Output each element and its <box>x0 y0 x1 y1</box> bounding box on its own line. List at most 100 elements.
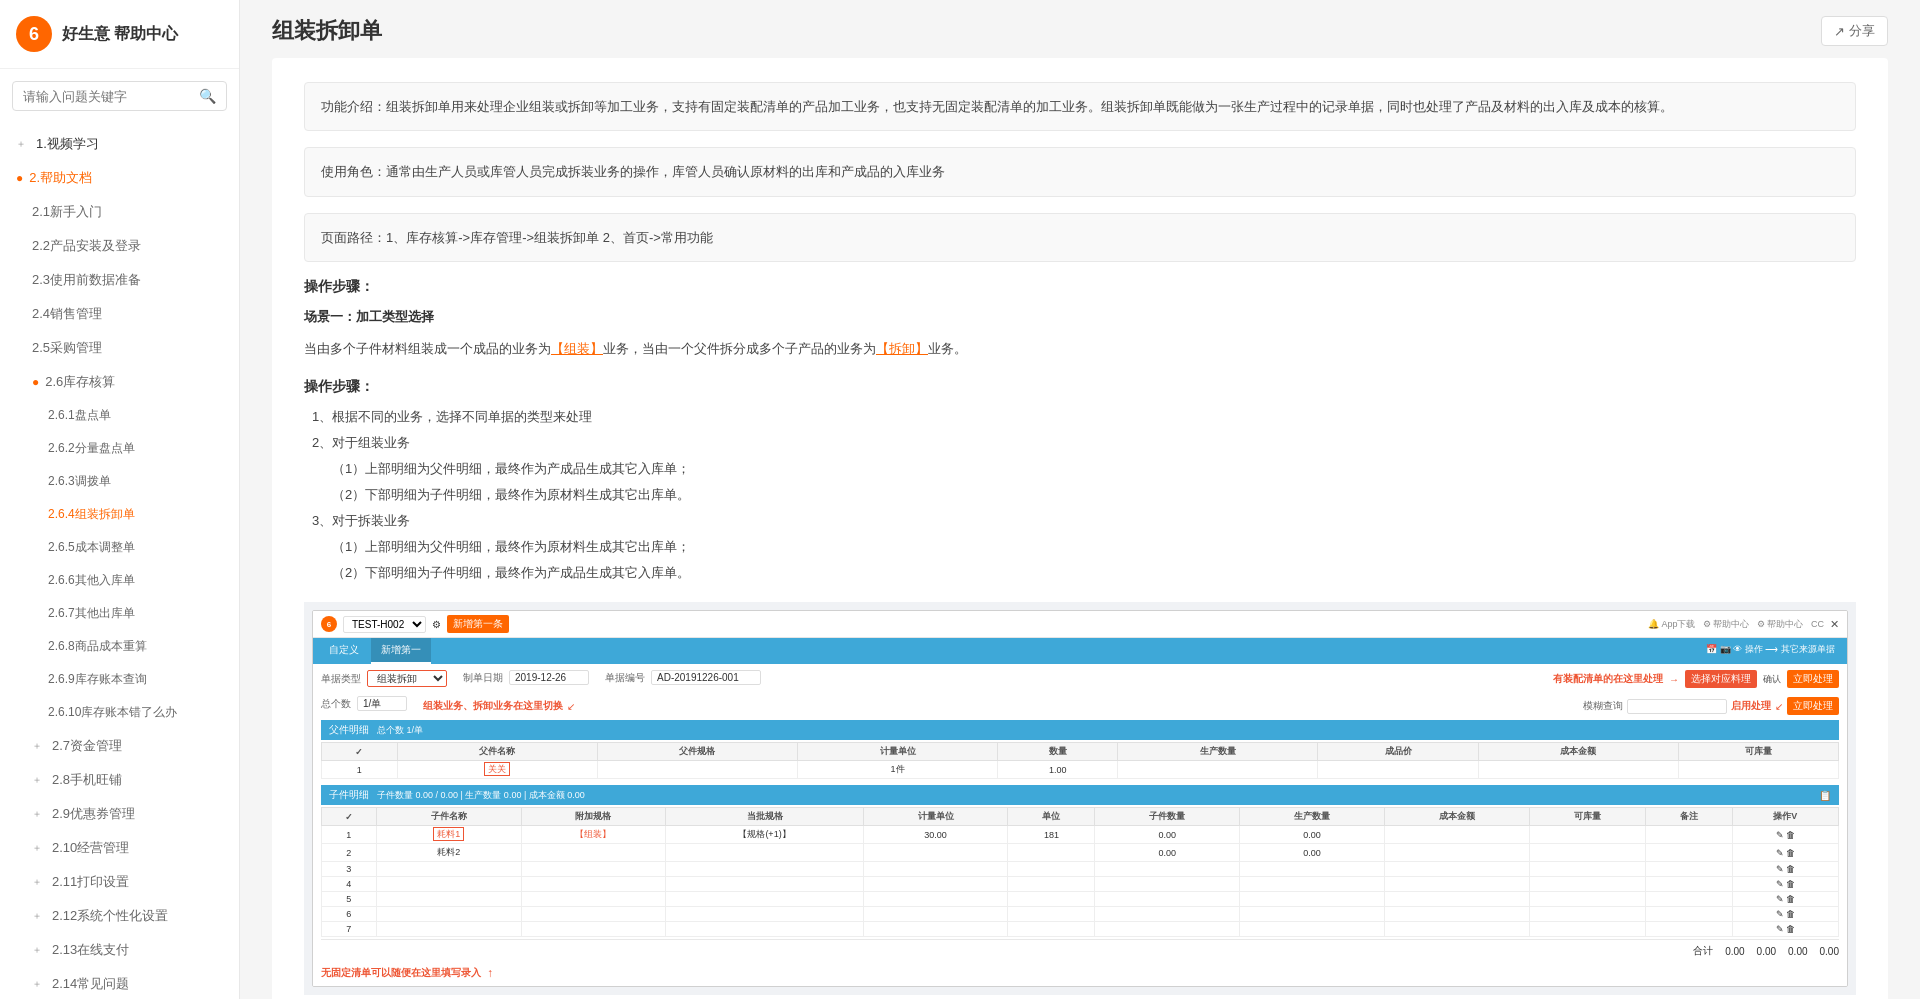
inner-app-window: 6 TEST-H002 ⚙ 新增第一条 🔔 App下载 ⚙ 帮助中心 ⚙ 帮助中… <box>312 610 1848 987</box>
ann-arrow-1: → <box>1669 674 1679 685</box>
col-c-prod: 生产数量 <box>1240 808 1385 826</box>
sidebar-item-cost[interactable]: 2.6.5成本调整单 <box>0 531 239 564</box>
main-header: 组装拆卸单 ↗ 分享 <box>240 0 1920 58</box>
share-button[interactable]: ↗ 分享 <box>1821 16 1888 46</box>
code-input[interactable] <box>651 670 761 685</box>
sidebar-item-mix[interactable]: 2.6.3调拨单 <box>0 465 239 498</box>
col-parent-spec: 父件规格 <box>597 743 797 761</box>
sidebar-item-stocktake[interactable]: 2.6.1盘点单 <box>0 399 239 432</box>
nav-tab-custom[interactable]: 自定义 <box>319 638 369 664</box>
new-first-btn[interactable]: 新增第一条 <box>447 615 509 633</box>
search-icon[interactable]: 🔍 <box>199 88 216 104</box>
link-disassembly[interactable]: 【拆卸】 <box>876 341 928 356</box>
nav-tab-new[interactable]: 新增第一 <box>371 638 431 664</box>
sidebar-item-docs[interactable]: ● 2.帮助文档 <box>0 161 239 195</box>
sidebar-item-data[interactable]: 2.3使用前数据准备 <box>0 263 239 297</box>
search-box[interactable]: 🔍 <box>12 81 227 111</box>
child-row-1: 1 耗料1 【组装】 【规格(+1)】 30.00 181 0.00 0.00 <box>322 826 1839 844</box>
sidebar-item-purchase[interactable]: 2.5采购管理 <box>0 331 239 365</box>
search-label: 模糊查询 <box>1583 699 1623 713</box>
qty-input[interactable] <box>357 696 407 711</box>
col-qty: 数量 <box>998 743 1118 761</box>
ann-arrow-4: ↑ <box>487 966 493 980</box>
parent-section-header: 父件明细 总个数 1/单 <box>321 720 1839 740</box>
bottom-annotation: 无固定清单可以随便在这里填写录入 ↑ <box>321 966 1839 980</box>
col-c-qty: 子件数量 <box>1095 808 1240 826</box>
sidebar-item-assembly[interactable]: 2.6.4组装拆卸单 <box>0 498 239 531</box>
child-row-2: 2 耗料2 0.00 0.00 ✎ <box>322 844 1839 862</box>
select-recipe-btn[interactable]: 选择对应料理 <box>1685 670 1757 688</box>
sidebar-item-mobile[interactable]: ＋ 2.8手机旺铺 <box>0 763 239 797</box>
steps-title: 操作步骤： <box>304 278 1856 296</box>
sidebar-item-finance[interactable]: ＋ 2.7资金管理 <box>0 729 239 763</box>
date-input[interactable] <box>509 670 589 685</box>
child-row-6: 6✎ 🗑 <box>322 907 1839 922</box>
confirm-label: 确认 <box>1763 673 1781 686</box>
link-assembly[interactable]: 【组装】 <box>551 341 603 356</box>
col-c-add-spec: 附加规格 <box>521 808 666 826</box>
sidebar-item-custom[interactable]: ＋ 2.12系统个性化设置 <box>0 899 239 933</box>
sidebar-item-other-out[interactable]: 2.6.7其他出库单 <box>0 597 239 630</box>
sidebar-item-other-in[interactable]: 2.6.6其他入库单 <box>0 564 239 597</box>
sidebar-item-coupon[interactable]: ＋ 2.9优惠券管理 <box>0 797 239 831</box>
child-name-1: 耗料1 <box>433 827 464 841</box>
step-1: 1、根据不同的业务，选择不同单据的类型来处理 <box>312 404 1856 430</box>
sidebar-item-stock-error[interactable]: 2.6.10库存账本错了么办 <box>0 696 239 729</box>
col-c-unit: 计量单位 <box>863 808 1008 826</box>
share-icon: ↗ <box>1834 24 1845 39</box>
parent-name-cell: 关关 <box>484 762 510 776</box>
store-select[interactable]: TEST-H002 <box>343 616 426 633</box>
footer-amount-1: 0.00 <box>1725 946 1744 957</box>
child-section-header: 子件明细 子件数量 0.00 / 0.00 | 生产数量 0.00 | 成本金额… <box>321 785 1839 805</box>
sidebar-item-ops[interactable]: ＋ 2.10经营管理 <box>0 831 239 865</box>
apply-btn[interactable]: 立即处理 <box>1787 670 1839 688</box>
ann-arrow-3: ↙ <box>1775 701 1783 712</box>
steps-label: 操作步骤： <box>304 378 1856 396</box>
scenario-title: 场景一：加工类型选择 <box>304 304 1856 330</box>
col-cost: 成本金额 <box>1478 743 1678 761</box>
app-logo-icon: 6 <box>16 16 52 52</box>
content-area: 功能介绍：组装拆卸单用来处理企业组装或拆卸等加工业务，支持有固定装配清单的产品加… <box>272 58 1888 999</box>
step-2-sub-1: （1）上部明细为父件明细，最终作为产成品生成其它入库单； <box>332 456 1856 482</box>
col-c-batch-spec: 当批规格 <box>666 808 863 826</box>
main-content: 组装拆卸单 ↗ 分享 功能介绍：组装拆卸单用来处理企业组装或拆卸等加工业务，支持… <box>240 0 1920 999</box>
doc-type-select[interactable]: 组装拆卸 <box>367 670 447 687</box>
child-row-5: 5✎ 🗑 <box>322 892 1839 907</box>
intro-text-2: 使用角色：通常由生产人员或库管人员完成拆装业务的操作，库管人员确认原材料的出库和… <box>321 164 945 179</box>
app-logo-text: 好生意 帮助中心 <box>62 24 178 45</box>
sidebar: 6 好生意 帮助中心 🔍 ＋ 1.视频学习 ● 2.帮助文档 2.1新手入门 2… <box>0 0 240 999</box>
fuzzy-search-input[interactable] <box>1627 699 1727 714</box>
ann-free-fill-label: 无固定清单可以随便在这里填写录入 <box>321 966 481 980</box>
sidebar-item-commodity-cost[interactable]: 2.6.8商品成本重算 <box>0 630 239 663</box>
sidebar-item-print[interactable]: ＋ 2.11打印设置 <box>0 865 239 899</box>
sidebar-item-install[interactable]: 2.2产品安装及登录 <box>0 229 239 263</box>
step-3: 3、对于拆装业务 <box>312 508 1856 534</box>
sidebar-item-video[interactable]: ＋ 1.视频学习 <box>0 127 239 161</box>
confirm-btn[interactable]: 立即处理 <box>1787 697 1839 715</box>
child-row-4: 4✎ 🗑 <box>322 877 1839 892</box>
sidebar-item-faq[interactable]: ＋ 2.14常见问题 <box>0 967 239 999</box>
sidebar-item-inventory[interactable]: ● 2.6库存核算 <box>0 365 239 399</box>
intro-text-3: 页面路径：1、库存核算->库存管理->组装拆卸单 2、首页->常用功能 <box>321 230 713 245</box>
footer-amount-4: 0.00 <box>1820 946 1839 957</box>
col-prod-qty: 生产数量 <box>1118 743 1318 761</box>
search-input[interactable] <box>23 89 199 104</box>
close-icon[interactable]: ✕ <box>1830 618 1839 631</box>
step-3-sub-2: （2）下部明细为子件明细，最终作为产成品生成其它入库单。 <box>332 560 1856 586</box>
inner-nav: 自定义 新增第一 📅 📷 👁 操作 ⟶ 其它来源单据 <box>313 638 1847 664</box>
child-row-7: 7✎ 🗑 <box>322 922 1839 937</box>
sidebar-item-stock-check[interactable]: 2.6.9库存账本查询 <box>0 663 239 696</box>
form-row-type: 单据类型 组装拆卸 <box>321 670 447 687</box>
step-2: 2、对于组装业务 <box>312 430 1856 456</box>
sidebar-item-new[interactable]: 2.1新手入门 <box>0 195 239 229</box>
inner-app-logo: 6 <box>321 616 337 632</box>
sidebar-item-sales[interactable]: 2.4销售管理 <box>0 297 239 331</box>
intro-block-2: 使用角色：通常由生产人员或库管人员完成拆装业务的操作，库管人员确认原材料的出库和… <box>304 147 1856 196</box>
sidebar-item-partition[interactable]: 2.6.2分量盘点单 <box>0 432 239 465</box>
page-title: 组装拆卸单 <box>272 16 382 46</box>
intro-text-1: 功能介绍：组装拆卸单用来处理企业组装或拆卸等加工业务，支持有固定装配清单的产品加… <box>321 99 1673 114</box>
col-c-cost: 成本金额 <box>1385 808 1530 826</box>
ann-enable-label: 启用处理 <box>1731 699 1771 713</box>
col-price: 成品价 <box>1318 743 1478 761</box>
sidebar-item-online-pay[interactable]: ＋ 2.13在线支付 <box>0 933 239 967</box>
